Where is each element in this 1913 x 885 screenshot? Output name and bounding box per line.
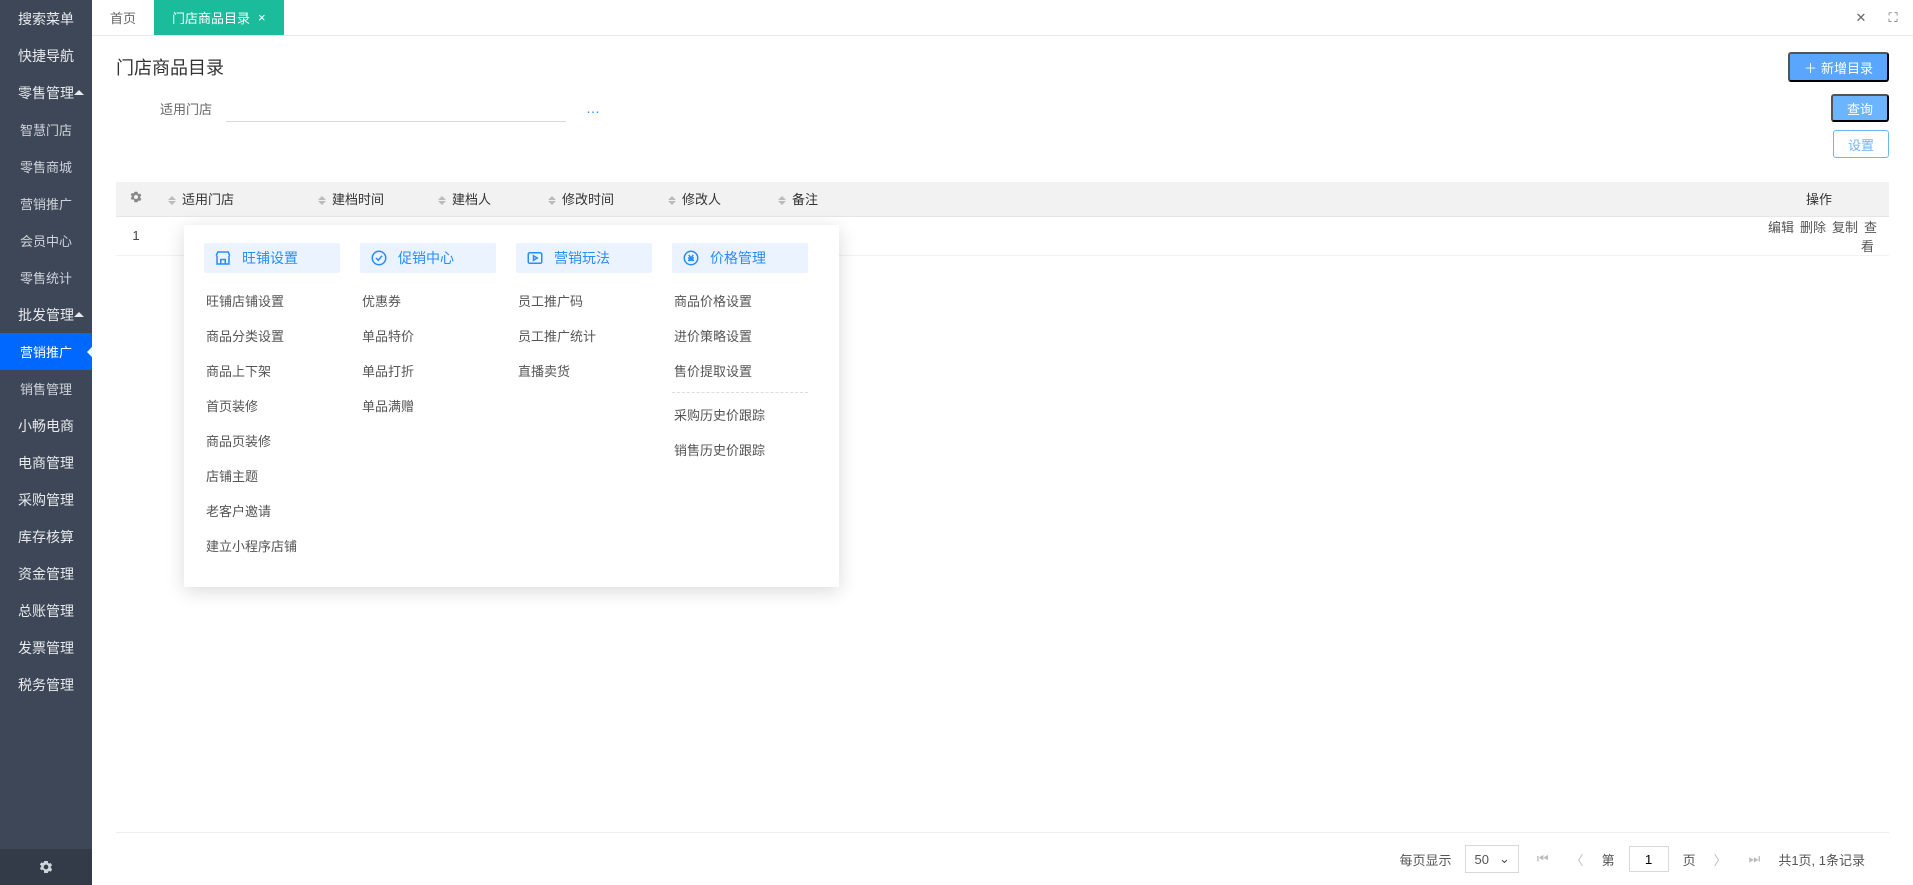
- flyout-item[interactable]: 直播卖货: [516, 353, 652, 388]
- sidebar-item-14[interactable]: 库存核算: [0, 518, 92, 555]
- pager-summary: 共1页, 1条记录: [1778, 850, 1865, 869]
- sidebar-item-9[interactable]: 营销推广: [0, 333, 92, 370]
- col-3[interactable]: 修改时间: [536, 182, 656, 216]
- row-action-复制[interactable]: 复制: [1832, 220, 1858, 235]
- row-action-查看[interactable]: 查看: [1861, 220, 1877, 254]
- sidebar-item-17[interactable]: 发票管理: [0, 629, 92, 666]
- col-5[interactable]: 备注: [766, 182, 1749, 216]
- flyout-item[interactable]: 首页装修: [204, 388, 340, 423]
- row-action-删除[interactable]: 删除: [1800, 220, 1826, 235]
- fullscreen-icon[interactable]: ⛶: [1879, 4, 1907, 32]
- flyout-header-1: 促销中心: [360, 243, 496, 273]
- chevron-down-icon: ⌄: [1499, 851, 1510, 867]
- gear-icon: [38, 859, 54, 875]
- pager: 每页显示 50 ⌄ ⏮ 〈 第 页 〉 ⏭ 共1页, 1条记录: [116, 832, 1889, 885]
- sidebar-item-5[interactable]: 营销推广: [0, 185, 92, 222]
- sort-icon: [778, 196, 786, 205]
- filter-store-label: 适用门店: [160, 99, 212, 118]
- row-action-编辑[interactable]: 编辑: [1768, 220, 1794, 235]
- tab-0[interactable]: 首页: [92, 0, 154, 35]
- flyout-header-2: 营销玩法: [516, 243, 652, 273]
- col-4[interactable]: 修改人: [656, 182, 766, 216]
- flyout-item[interactable]: 商品上下架: [204, 353, 340, 388]
- first-page-button[interactable]: ⏮: [1533, 851, 1553, 867]
- page-title: 门店商品目录: [116, 54, 224, 80]
- close-icon[interactable]: ✕: [1847, 4, 1875, 32]
- flyout-item[interactable]: 建立小程序店铺: [204, 528, 340, 563]
- col-6[interactable]: 操作: [1749, 182, 1889, 216]
- last-page-button[interactable]: ⏭: [1745, 851, 1765, 867]
- sidebar-item-8[interactable]: 批发管理: [0, 296, 92, 333]
- flyout-item[interactable]: 采购历史价跟踪: [672, 397, 808, 432]
- flyout-item[interactable]: 单品特价: [360, 318, 496, 353]
- sidebar-item-0[interactable]: 搜索菜单: [0, 0, 92, 37]
- gear-icon: [129, 190, 143, 204]
- table-settings-header[interactable]: [116, 182, 156, 216]
- new-catalog-button[interactable]: ＋ 新增目录: [1788, 52, 1889, 82]
- sort-icon: [168, 196, 176, 205]
- sidebar-item-3[interactable]: 智慧门店: [0, 111, 92, 148]
- chevron-up-icon: [74, 90, 84, 95]
- sort-icon: [318, 196, 326, 205]
- sidebar-item-15[interactable]: 资金管理: [0, 555, 92, 592]
- prev-page-button[interactable]: 〈: [1567, 850, 1588, 869]
- flyout-item[interactable]: 商品页装修: [204, 423, 340, 458]
- sidebar-settings[interactable]: [0, 849, 92, 885]
- sidebar-item-7[interactable]: 零售统计: [0, 259, 92, 296]
- sidebar-item-6[interactable]: 会员中心: [0, 222, 92, 259]
- sort-icon: [668, 196, 676, 205]
- filter-more-button[interactable]: …: [586, 100, 602, 116]
- next-page-button[interactable]: 〉: [1710, 850, 1731, 869]
- col-1[interactable]: 建档时间: [306, 182, 426, 216]
- sidebar-item-18[interactable]: 税务管理: [0, 666, 92, 703]
- flyout-item[interactable]: 单品打折: [360, 353, 496, 388]
- flyout-item[interactable]: 优惠券: [360, 283, 496, 318]
- plus-icon: ＋: [1804, 58, 1817, 77]
- flyout-item[interactable]: 售价提取设置: [672, 353, 808, 388]
- filter-store-input[interactable]: [226, 94, 566, 122]
- sidebar-item-16[interactable]: 总账管理: [0, 592, 92, 629]
- settings-button[interactable]: 设置: [1833, 130, 1889, 158]
- flyout-item[interactable]: 商品分类设置: [204, 318, 340, 353]
- flyout-item[interactable]: 商品价格设置: [672, 283, 808, 318]
- sort-icon: [438, 196, 446, 205]
- flyout-item[interactable]: 进价策略设置: [672, 318, 808, 353]
- flyout-item[interactable]: 老客户邀请: [204, 493, 340, 528]
- marketing-flyout: 旺铺设置旺铺店铺设置商品分类设置商品上下架首页装修商品页装修店铺主题老客户邀请建…: [184, 225, 839, 587]
- sort-icon: [548, 196, 556, 205]
- col-0[interactable]: 适用门店: [156, 182, 306, 216]
- sidebar-item-10[interactable]: 销售管理: [0, 370, 92, 407]
- sidebar-item-4[interactable]: 零售商城: [0, 148, 92, 185]
- tab-close-icon[interactable]: ×: [258, 10, 266, 25]
- page-number-input[interactable]: [1629, 846, 1669, 872]
- tab-1[interactable]: 门店商品目录×: [154, 0, 284, 35]
- sidebar: 搜索菜单快捷导航零售管理智慧门店零售商城营销推广会员中心零售统计批发管理营销推广…: [0, 0, 92, 885]
- page-size-select[interactable]: 50 ⌄: [1465, 845, 1518, 873]
- flyout-item[interactable]: 员工推广码: [516, 283, 652, 318]
- flyout-item[interactable]: 销售历史价跟踪: [672, 432, 808, 467]
- flyout-item[interactable]: 店铺主题: [204, 458, 340, 493]
- col-2[interactable]: 建档人: [426, 182, 536, 216]
- query-button[interactable]: 查询: [1831, 94, 1889, 122]
- sidebar-item-13[interactable]: 采购管理: [0, 481, 92, 518]
- sidebar-item-2[interactable]: 零售管理: [0, 74, 92, 111]
- flyout-header-0: 旺铺设置: [204, 243, 340, 273]
- per-page-label: 每页显示: [1399, 850, 1451, 869]
- flyout-item[interactable]: 旺铺店铺设置: [204, 283, 340, 318]
- sidebar-item-1[interactable]: 快捷导航: [0, 37, 92, 74]
- flyout-header-3: 价格管理: [672, 243, 808, 273]
- sidebar-item-12[interactable]: 电商管理: [0, 444, 92, 481]
- chevron-up-icon: [74, 312, 84, 317]
- sidebar-item-11[interactable]: 小畅电商: [0, 407, 92, 444]
- flyout-item[interactable]: 单品满赠: [360, 388, 496, 423]
- flyout-item[interactable]: 员工推广统计: [516, 318, 652, 353]
- tabbar: 首页门店商品目录× ✕ ⛶: [92, 0, 1913, 36]
